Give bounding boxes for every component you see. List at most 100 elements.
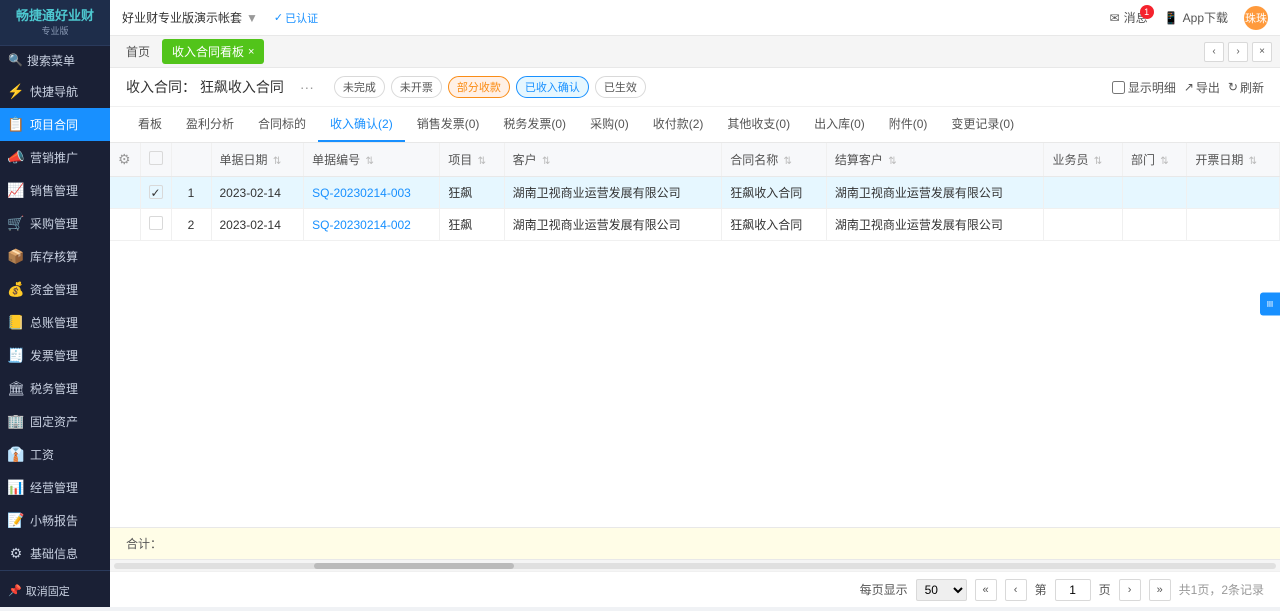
prev-page-button[interactable]: ‹ [1005,579,1027,601]
row-contract-1: 狂飙收入合同 [722,209,827,241]
per-page-select[interactable]: 50 20 100 [916,579,967,601]
export-button[interactable]: ↗ 导出 [1184,79,1220,96]
col-customer-header[interactable]: 客户 ⇅ [504,143,722,177]
col-billno-header[interactable]: 单据编号 ⇅ [304,143,440,177]
app-label: App下载 [1183,9,1228,26]
tab-purchase[interactable]: 采购(0) [578,107,641,142]
row-billdate2-1 [1187,209,1280,241]
billdate2-header-label: 开票日期 [1195,153,1243,167]
status-uninvoiced-button[interactable]: 未开票 [391,76,442,98]
pin-icon: 📌 [8,584,22,597]
horizontal-scrollbar[interactable] [110,559,1280,571]
first-page-button[interactable]: « [975,579,997,601]
tab-prev-button[interactable]: ‹ [1204,42,1224,62]
user-avatar-button[interactable]: 珠珠 [1244,6,1268,30]
row-check-1[interactable] [140,209,171,241]
tab-close-all-button[interactable]: × [1252,42,1272,62]
sidebar-item-operation[interactable]: 📊 经营管理 [0,471,110,504]
sidebar-item-report[interactable]: 📝 小畅报告 [0,504,110,537]
tab-next-button[interactable]: › [1228,42,1248,62]
scrollbar-thumb[interactable] [314,563,514,569]
operation-label: 经营管理 [30,479,78,496]
col-contract-header[interactable]: 合同名称 ⇅ [722,143,827,177]
col-billdate2-header[interactable]: 开票日期 ⇅ [1187,143,1280,177]
sidebar-item-inventory[interactable]: 📦 库存核算 [0,240,110,273]
col-project-header[interactable]: 项目 ⇅ [440,143,504,177]
settle-sort-icon: ⇅ [888,156,896,167]
active-tab[interactable]: 收入合同看板 × [162,39,264,64]
sidebar-item-quick-nav[interactable]: ⚡ 快捷导航 [0,75,110,108]
tab-income-confirm[interactable]: 收入确认(2) [318,107,405,142]
more-actions-button[interactable]: ··· [300,79,314,95]
tab-other-income[interactable]: 其他收支(0) [715,107,802,142]
app-download-button[interactable]: 📱 App下载 [1164,9,1228,26]
sidebar-item-project-contract[interactable]: 📋 项目合同 [0,108,110,141]
sidebar-search-menu[interactable]: 🔍 搜索菜单 [0,46,110,75]
tab-attachment[interactable]: 附件(0) [877,107,940,142]
page-right-actions: 显示明细 ↗ 导出 ↻ 刷新 [1112,79,1264,96]
main-area: 好业财专业版演示帐套 ▼ ✓ 已认证 ✉ 1 消息 📱 App下载 珠珠 [110,0,1280,607]
row-salesperson-0 [1044,177,1123,209]
tab-tax-invoice[interactable]: 税务发票(0) [491,107,578,142]
row-check-0[interactable]: ✓ [140,177,171,209]
tab-warehouse[interactable]: 出入库(0) [802,107,877,142]
bill-no-link-0[interactable]: SQ-20230214-003 [312,186,411,200]
project-contract-label: 项目合同 [30,116,78,133]
select-all-checkbox[interactable] [149,151,163,165]
export-icon: ↗ [1184,80,1194,94]
col-date-header[interactable]: 单据日期 ⇅ [211,143,304,177]
cancel-fixed-label: 取消固定 [26,583,70,599]
table-row[interactable]: ✓ 1 2023-02-14 SQ-20230214-003 狂飙 湖南卫视商业… [110,177,1280,209]
sidebar-item-sales[interactable]: 📈 销售管理 [0,174,110,207]
last-page-button[interactable]: » [1149,579,1171,601]
tab-contract-standard[interactable]: 合同标的 [246,107,318,142]
tab-profit[interactable]: 盈利分析 [174,107,246,142]
status-confirmed-button[interactable]: 已收入确认 [516,76,589,98]
col-dept-header[interactable]: 部门 ⇅ [1122,143,1186,177]
row-billno-1[interactable]: SQ-20230214-002 [304,209,440,241]
table-row[interactable]: 2 2023-02-14 SQ-20230214-002 狂飙 湖南卫视商业运营… [110,209,1280,241]
row-checkbox-0[interactable]: ✓ [149,185,163,199]
sidebar-item-fixed-assets[interactable]: 🏢 固定资产 [0,405,110,438]
row-project-0: 狂飙 [440,177,504,209]
col-salesperson-header[interactable]: 业务员 ⇅ [1044,143,1123,177]
verified-label: 已认证 [285,10,318,26]
message-button[interactable]: ✉ 1 消息 [1110,9,1148,26]
display-detail-checkbox[interactable] [1112,81,1125,94]
sidebar-item-capital[interactable]: 💰 资金管理 [0,273,110,306]
row-checkbox-1[interactable] [149,216,163,230]
status-partial-button[interactable]: 部分收款 [448,76,510,98]
page-input[interactable] [1055,579,1091,601]
row-num-1: 2 [171,209,211,241]
next-page-button[interactable]: › [1119,579,1141,601]
sidebar-item-tax[interactable]: 🏛 税务管理 [0,372,110,405]
settings-icon[interactable]: ⚙ [118,151,131,167]
refresh-button[interactable]: ↻ 刷新 [1228,79,1264,96]
tabbar: 首页 收入合同看板 × ‹ › × [110,36,1280,68]
tab-change-log[interactable]: 变更记录(0) [939,107,1026,142]
message-badge: 1 [1140,5,1154,19]
home-tab[interactable]: 首页 [118,39,158,64]
status-effective-button[interactable]: 已生效 [595,76,646,98]
tab-payment[interactable]: 收付款(2) [641,107,716,142]
tab-sales-invoice[interactable]: 销售发票(0) [405,107,492,142]
bill-no-link-1[interactable]: SQ-20230214-002 [312,218,411,232]
ledger-label: 总账管理 [30,314,78,331]
tab-board[interactable]: 看板 [126,107,174,142]
sidebar-item-purchase[interactable]: 🛒 采购管理 [0,207,110,240]
right-sticky-panel[interactable]: ≡ [1260,292,1280,315]
row-billno-0[interactable]: SQ-20230214-003 [304,177,440,209]
sidebar-item-invoice[interactable]: 🧾 发票管理 [0,339,110,372]
display-detail-toggle[interactable]: 显示明细 [1112,79,1176,96]
quick-nav-icon: ⚡ [8,83,24,99]
cancel-fixed-button[interactable]: 📌 取消固定 [0,577,110,605]
col-settle-header[interactable]: 结算客户 ⇅ [826,143,1044,177]
sidebar-item-basic-info[interactable]: ⚙ 基础信息 [0,537,110,570]
tab-close-button[interactable]: × [248,46,254,58]
sidebar-item-general-ledger[interactable]: 📒 总账管理 [0,306,110,339]
sidebar-item-hr[interactable]: 👔 工资 [0,438,110,471]
company-selector[interactable]: 好业财专业版演示帐套 ▼ [122,9,258,26]
sidebar-item-marketing[interactable]: 📣 营销推广 [0,141,110,174]
purchase-label: 采购管理 [30,215,78,232]
status-incomplete-button[interactable]: 未完成 [334,76,385,98]
